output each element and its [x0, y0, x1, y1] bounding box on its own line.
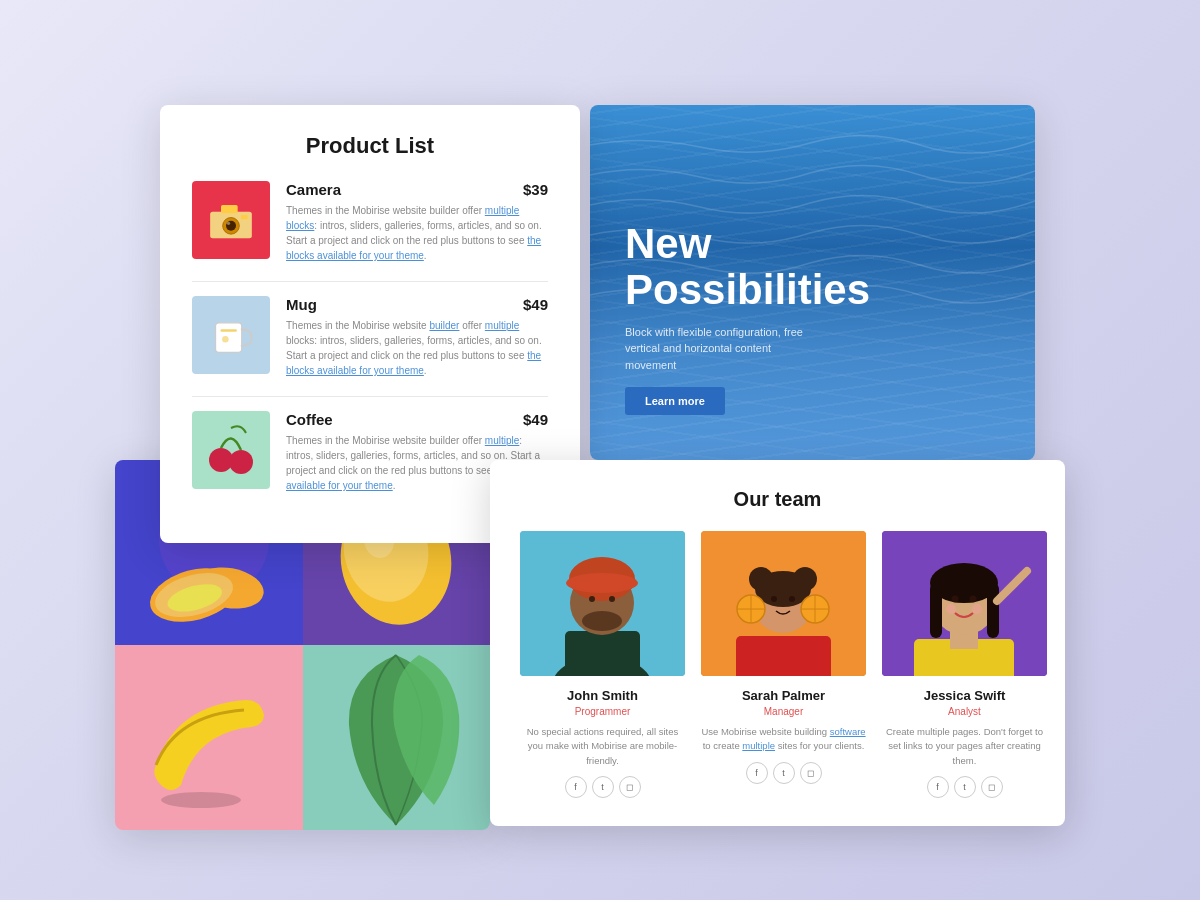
member-role-john: Programmer [520, 706, 685, 717]
svg-point-5 [227, 222, 230, 225]
hero-card: New Possibilities Block with flexible co… [590, 105, 1035, 460]
svg-rect-24 [565, 631, 640, 676]
svg-rect-46 [930, 583, 942, 638]
instagram-icon-sarah[interactable]: ◻ [800, 762, 822, 784]
svg-point-49 [970, 596, 977, 603]
team-title: Our team [520, 488, 1035, 511]
hero-background: New Possibilities Block with flexible co… [590, 105, 1035, 460]
facebook-icon-jessica[interactable]: f [927, 776, 949, 798]
member-photo-sarah [701, 531, 866, 676]
svg-point-30 [582, 611, 622, 631]
svg-point-27 [566, 573, 638, 593]
svg-rect-6 [241, 215, 248, 219]
member-desc-sarah: Use Mobirise website building software t… [701, 725, 866, 754]
hero-subtitle: Block with flexible configuration, free … [625, 324, 825, 374]
svg-point-9 [222, 335, 229, 342]
product-item-mug: Mug $49 Themes in the Mobirise website b… [192, 296, 548, 378]
svg-point-38 [789, 596, 795, 602]
product-name-mug: Mug [286, 296, 317, 313]
product-price-mug: $49 [523, 296, 548, 313]
gallery-cell-4 [303, 645, 491, 830]
product-image-mug [192, 296, 270, 374]
member-photo-john [520, 531, 685, 676]
member-role-jessica: Analyst [882, 706, 1047, 717]
product-desc-mug: Themes in the Mobirise website builder o… [286, 318, 548, 378]
svg-rect-47 [987, 583, 999, 638]
member-desc-john: No special actions required, all sites y… [520, 725, 685, 768]
svg-point-11 [229, 450, 253, 474]
facebook-icon-john[interactable]: f [565, 776, 587, 798]
member-name-sarah: Sarah Palmer [701, 688, 866, 703]
product-item-camera: Camera $39 Themes in the Mobirise websit… [192, 181, 548, 263]
twitter-icon-jessica[interactable]: t [954, 776, 976, 798]
svg-point-50 [946, 604, 956, 614]
member-photo-jessica [882, 531, 1047, 676]
member-name-jessica: Jessica Swift [882, 688, 1047, 703]
hero-learn-more-button[interactable]: Learn more [625, 387, 725, 415]
team-card: Our team [490, 460, 1065, 826]
svg-rect-32 [736, 636, 831, 676]
svg-point-51 [972, 604, 982, 614]
product-price-coffee: $49 [523, 411, 548, 428]
product-list-title: Product List [192, 133, 548, 159]
svg-point-37 [771, 596, 777, 602]
svg-rect-8 [220, 329, 236, 331]
hero-title-line1: New [625, 220, 711, 267]
product-info-camera: Camera $39 Themes in the Mobirise websit… [286, 181, 548, 263]
gallery-cell-3 [115, 645, 303, 830]
svg-rect-2 [221, 205, 238, 213]
hero-title-line2: Possibilities [625, 266, 870, 313]
product-price-camera: $39 [523, 181, 548, 198]
social-icons-sarah: f t ◻ [701, 762, 866, 784]
twitter-icon-sarah[interactable]: t [773, 762, 795, 784]
hero-content: New Possibilities Block with flexible co… [625, 221, 870, 415]
product-name-coffee: Coffee [286, 411, 333, 428]
svg-point-21 [161, 792, 241, 808]
facebook-icon-sarah[interactable]: f [746, 762, 768, 784]
team-member-jessica: Jessica Swift Analyst Create multiple pa… [882, 531, 1047, 798]
svg-point-48 [952, 596, 959, 603]
svg-point-28 [589, 596, 595, 602]
member-desc-jessica: Create multiple pages. Don't forget to s… [882, 725, 1047, 768]
team-members: John Smith Programmer No special actions… [520, 531, 1035, 798]
svg-rect-7 [215, 322, 241, 351]
product-image-camera [192, 181, 270, 259]
social-icons-john: f t ◻ [520, 776, 685, 798]
product-info-mug: Mug $49 Themes in the Mobirise website b… [286, 296, 548, 378]
member-role-sarah: Manager [701, 706, 866, 717]
svg-point-29 [609, 596, 615, 602]
twitter-icon-john[interactable]: t [592, 776, 614, 798]
team-member-john: John Smith Programmer No special actions… [520, 531, 685, 798]
instagram-icon-jessica[interactable]: ◻ [981, 776, 1003, 798]
team-member-sarah: Sarah Palmer Manager Use Mobirise websit… [701, 531, 866, 798]
member-name-john: John Smith [520, 688, 685, 703]
product-image-coffee [192, 411, 270, 489]
product-name-camera: Camera [286, 181, 341, 198]
hero-title: New Possibilities [625, 221, 870, 313]
instagram-icon-john[interactable]: ◻ [619, 776, 641, 798]
product-desc-camera: Themes in the Mobirise website builder o… [286, 203, 548, 263]
social-icons-jessica: f t ◻ [882, 776, 1047, 798]
